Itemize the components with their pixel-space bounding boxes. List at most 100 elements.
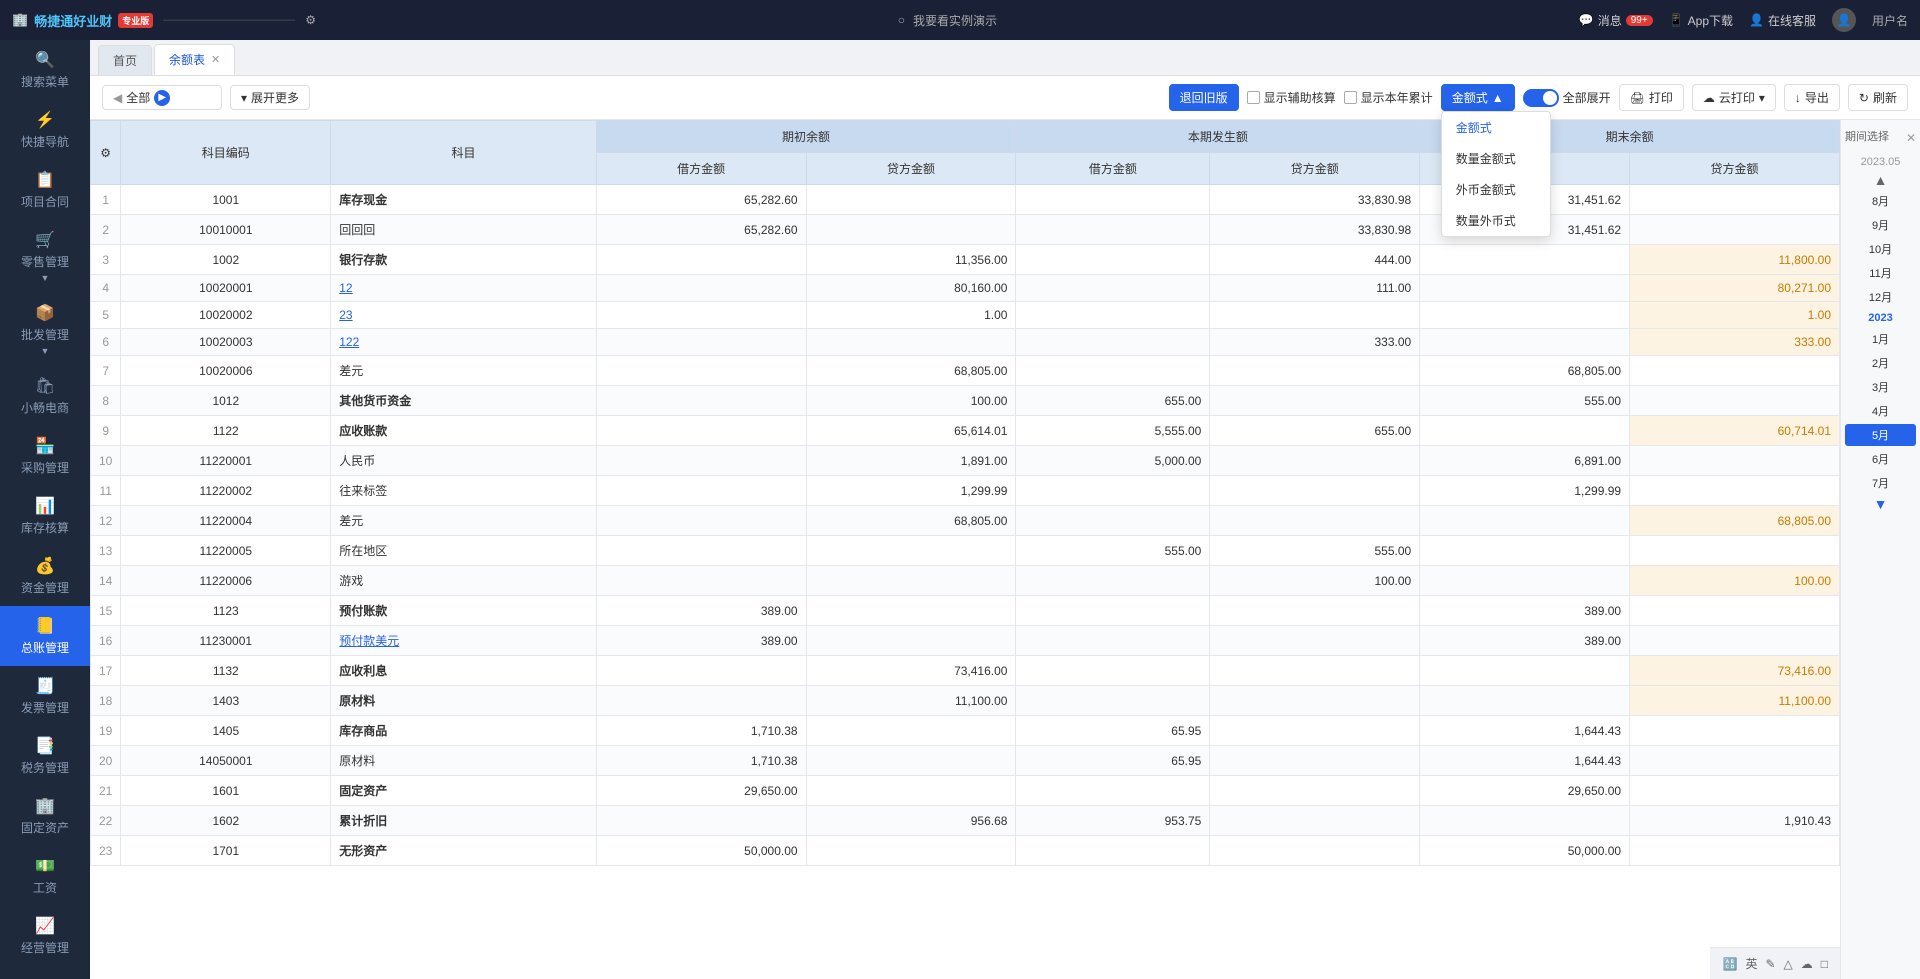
- bottom-icon-1[interactable]: 🔠: [1722, 957, 1737, 971]
- table-row[interactable]: 1411220006游戏100.00100.00: [91, 566, 1840, 596]
- app-download-btn[interactable]: 📱 App下载: [1669, 12, 1733, 29]
- table-cell-num: 11: [91, 476, 121, 506]
- demo-link[interactable]: 我要看实例演示: [913, 12, 997, 29]
- sidebar-item-accounting[interactable]: 📒 总账管理: [0, 606, 90, 666]
- rp-month-10[interactable]: 10月: [1845, 238, 1916, 260]
- table-cell-name[interactable]: 原材料: [331, 686, 596, 716]
- table-row[interactable]: 2014050001原材料1,710.3865.951,644.43: [91, 746, 1840, 776]
- table-row[interactable]: 151123预付账款389.00389.00: [91, 596, 1840, 626]
- sidebar-item-capital[interactable]: 💰 资金管理: [0, 546, 90, 606]
- rp-month-5-active[interactable]: 5月: [1845, 424, 1916, 446]
- table-row[interactable]: 710020006差元68,805.0068,805.00: [91, 356, 1840, 386]
- table-row[interactable]: 81012其他货币资金100.00655.00555.00: [91, 386, 1840, 416]
- sidebar-label-purchase: 采购管理: [21, 459, 69, 476]
- table-row[interactable]: 4100200011280,160.00111.0080,271.00: [91, 275, 1840, 302]
- rp-month-9[interactable]: 9月: [1845, 214, 1916, 236]
- table-row[interactable]: 1211220004差元68,805.0068,805.00: [91, 506, 1840, 536]
- table-cell-name[interactable]: 23: [331, 302, 596, 329]
- breadcrumb-nav[interactable]: ◀ 全部 ▶: [102, 85, 222, 110]
- toggle-switch-icon[interactable]: [1523, 89, 1559, 107]
- rp-month-6[interactable]: 6月: [1845, 448, 1916, 470]
- amount-type-option-2[interactable]: 数量金额式: [1442, 143, 1550, 174]
- user-avatar[interactable]: 👤: [1832, 8, 1856, 32]
- rp-nav-down[interactable]: ▼: [1845, 496, 1916, 512]
- table-row[interactable]: 221602累计折旧956.68953.751,910.43: [91, 806, 1840, 836]
- table-row[interactable]: 210010001回回回65,282.6033,830.9831,451.62: [91, 215, 1840, 245]
- table-row[interactable]: 211601固定资产29,650.0029,650.00: [91, 776, 1840, 806]
- table-cell-pd-23: [1016, 836, 1210, 866]
- expand-chevron-icon: ▾: [241, 91, 247, 105]
- sidebar-item-search[interactable]: 🔍 搜索菜单: [0, 40, 90, 100]
- online-service-btn[interactable]: 👤 在线客服: [1749, 12, 1816, 29]
- message-btn[interactable]: 💬 消息 99+: [1579, 12, 1653, 29]
- table-cell-oc-22: 956.68: [806, 806, 1016, 836]
- tab-balance[interactable]: 余额表 ✕: [154, 44, 235, 75]
- sidebar-item-payroll[interactable]: 💵 工资: [0, 846, 90, 906]
- breadcrumb-right-icon[interactable]: ▶: [154, 90, 170, 106]
- tab-close-icon[interactable]: ✕: [211, 53, 220, 66]
- sidebar-item-quicknav[interactable]: ⚡ 快捷导航: [0, 100, 90, 160]
- settings-icon[interactable]: ⚙: [305, 13, 316, 27]
- table-row[interactable]: 11001库存现金65,282.6033,830.9831,451.62: [91, 185, 1840, 215]
- sidebar-item-assets[interactable]: 🏢 固定资产: [0, 786, 90, 846]
- rp-month-8[interactable]: 8月: [1845, 190, 1916, 212]
- print-btn[interactable]: 🖨 打印: [1619, 84, 1684, 111]
- tab-home[interactable]: 首页: [98, 45, 152, 75]
- bottom-icon-4[interactable]: △: [1784, 957, 1793, 971]
- top-bar-right: 💬 消息 99+ 📱 App下载 👤 在线客服 👤 用户名: [1579, 8, 1908, 32]
- table-row[interactable]: 1611230001预付款美元389.00389.00: [91, 626, 1840, 656]
- sidebar-item-sales[interactable]: 💳 小畅报销: [0, 966, 90, 979]
- table-row[interactable]: 231701无形资产50,000.0050,000.00: [91, 836, 1840, 866]
- sidebar-item-retail[interactable]: 🛒 零售管理 ▼: [0, 220, 90, 293]
- bottom-icon-2[interactable]: 英: [1745, 955, 1757, 972]
- rp-month-1[interactable]: 1月: [1845, 328, 1916, 350]
- right-panel-collapse-icon[interactable]: ✕: [1906, 131, 1916, 145]
- rp-month-12[interactable]: 12月: [1845, 286, 1916, 308]
- table-wrapper[interactable]: ⚙ 科目编码 科目 期初余额 本期发生额 期末余额 借方金额 贷方金额 借方金额…: [90, 120, 1840, 979]
- sidebar-item-inventory[interactable]: 📊 库存核算: [0, 486, 90, 546]
- sidebar-item-operations[interactable]: 📈 经营管理: [0, 906, 90, 966]
- table-settings-header[interactable]: ⚙: [91, 121, 121, 185]
- back-old-version-btn[interactable]: 退回旧版: [1169, 84, 1239, 111]
- rp-nav-up[interactable]: ▲: [1845, 172, 1916, 188]
- table-row[interactable]: 1111220002往来标签1,299.991,299.99: [91, 476, 1840, 506]
- amount-type-option-3[interactable]: 外币金额式: [1442, 174, 1550, 205]
- sidebar-item-tax[interactable]: 📑 税务管理: [0, 726, 90, 786]
- table-row[interactable]: 510020002231.001.00: [91, 302, 1840, 329]
- show-ytd-checkbox[interactable]: 显示本年累计: [1344, 89, 1433, 106]
- sidebar-item-ecommerce[interactable]: 🛍 小畅电商: [0, 366, 90, 426]
- table-row[interactable]: 91122应收账款65,614.015,555.00655.0060,714.0…: [91, 416, 1840, 446]
- amount-type-option-1[interactable]: 金额式: [1442, 112, 1550, 143]
- export-btn[interactable]: ↓ 导出: [1784, 84, 1840, 111]
- table-row[interactable]: 1011220001人民币1,891.005,000.006,891.00: [91, 446, 1840, 476]
- table-cell-name[interactable]: 12: [331, 275, 596, 302]
- show-aux-checkbox[interactable]: 显示辅助核算: [1247, 89, 1336, 106]
- rp-month-11[interactable]: 11月: [1845, 262, 1916, 284]
- cloud-print-btn[interactable]: ☁ 云打印 ▾: [1692, 84, 1776, 111]
- sidebar-item-project[interactable]: 📋 项目合同: [0, 160, 90, 220]
- rp-month-7[interactable]: 7月: [1845, 472, 1916, 494]
- table-cell-name[interactable]: 其他货币资金: [331, 386, 596, 416]
- refresh-btn[interactable]: ↻ 刷新: [1848, 84, 1908, 111]
- table-row[interactable]: 1311220005所在地区555.00555.00: [91, 536, 1840, 566]
- bottom-icon-3[interactable]: ✎: [1765, 957, 1775, 971]
- table-cell-name[interactable]: 122: [331, 329, 596, 356]
- rp-month-3[interactable]: 3月: [1845, 376, 1916, 398]
- sidebar-item-invoice[interactable]: 🧾 发票管理: [0, 666, 90, 726]
- expand-more-btn[interactable]: ▾ 展开更多: [230, 85, 310, 110]
- bottom-icon-5[interactable]: ☁: [1801, 957, 1813, 971]
- table-row[interactable]: 181403原材料11,100.0011,100.00: [91, 686, 1840, 716]
- rp-month-2[interactable]: 2月: [1845, 352, 1916, 374]
- sidebar-item-purchase[interactable]: 🏪 采购管理: [0, 426, 90, 486]
- amount-type-option-4[interactable]: 数量外币式: [1442, 205, 1550, 236]
- rp-month-4[interactable]: 4月: [1845, 400, 1916, 422]
- table-row[interactable]: 610020003122333.00333.00: [91, 329, 1840, 356]
- table-row[interactable]: 191405库存商品1,710.3865.951,644.43: [91, 716, 1840, 746]
- amount-type-btn[interactable]: 金额式 ▲: [1441, 84, 1515, 111]
- bottom-icon-6[interactable]: □: [1821, 957, 1828, 971]
- sidebar-item-wholesale[interactable]: 📦 批发管理 ▼: [0, 293, 90, 366]
- table-row[interactable]: 31002银行存款11,356.00444.0011,800.00: [91, 245, 1840, 275]
- expand-all-toggle[interactable]: 全部展开: [1523, 89, 1611, 107]
- table-cell-name[interactable]: 预付款美元: [331, 626, 596, 656]
- table-row[interactable]: 171132应收利息73,416.0073,416.00: [91, 656, 1840, 686]
